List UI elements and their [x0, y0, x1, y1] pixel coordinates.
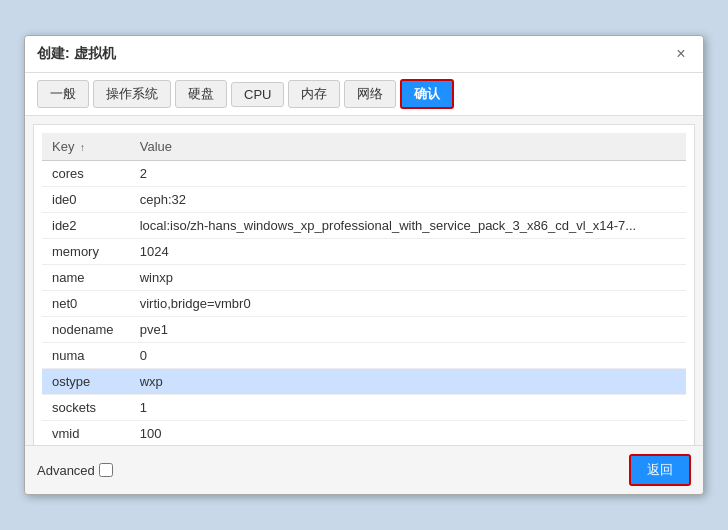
table-row[interactable]: vmid100 [42, 421, 686, 447]
table-row[interactable]: numa0 [42, 343, 686, 369]
table-row[interactable]: cores2 [42, 161, 686, 187]
key-cell: numa [42, 343, 130, 369]
key-cell: sockets [42, 395, 130, 421]
tab-confirm[interactable]: 确认 [400, 79, 454, 109]
table-row[interactable]: net0virtio,bridge=vmbr0 [42, 291, 686, 317]
tab-general[interactable]: 一般 [37, 80, 89, 108]
value-cell: winxp [130, 265, 686, 291]
table-header-row: Key ↑ Value [42, 133, 686, 161]
key-column-header: Key ↑ [42, 133, 130, 161]
dialog-title: 创建: 虚拟机 [37, 45, 116, 63]
value-cell: 1024 [130, 239, 686, 265]
key-cell: net0 [42, 291, 130, 317]
back-button[interactable]: 返回 [629, 454, 691, 486]
tabs-bar: 一般操作系统硬盘CPU内存网络确认 [25, 73, 703, 116]
close-button[interactable]: × [671, 44, 691, 64]
value-cell: 0 [130, 343, 686, 369]
table-row[interactable]: ide2local:iso/zh-hans_windows_xp_profess… [42, 213, 686, 239]
content-area: Key ↑ Value cores2ide0ceph:32ide2local:i… [33, 124, 695, 456]
tab-disk[interactable]: 硬盘 [175, 80, 227, 108]
table-row[interactable]: ostypewxp [42, 369, 686, 395]
key-cell: cores [42, 161, 130, 187]
value-cell: 100 [130, 421, 686, 447]
key-cell: nodename [42, 317, 130, 343]
value-cell: pve1 [130, 317, 686, 343]
key-cell: memory [42, 239, 130, 265]
value-cell: 2 [130, 161, 686, 187]
tab-network[interactable]: 网络 [344, 80, 396, 108]
tab-os[interactable]: 操作系统 [93, 80, 171, 108]
key-cell: ide0 [42, 187, 130, 213]
table-body: cores2ide0ceph:32ide2local:iso/zh-hans_w… [42, 161, 686, 447]
table-row[interactable]: sockets1 [42, 395, 686, 421]
value-cell: virtio,bridge=vmbr0 [130, 291, 686, 317]
advanced-checkbox[interactable] [99, 463, 113, 477]
value-cell: local:iso/zh-hans_windows_xp_professiona… [130, 213, 686, 239]
table-row[interactable]: nodenamepve1 [42, 317, 686, 343]
config-table: Key ↑ Value cores2ide0ceph:32ide2local:i… [42, 133, 686, 447]
value-cell: ceph:32 [130, 187, 686, 213]
tab-cpu[interactable]: CPU [231, 82, 284, 107]
key-cell: ostype [42, 369, 130, 395]
table-row[interactable]: ide0ceph:32 [42, 187, 686, 213]
key-cell: ide2 [42, 213, 130, 239]
value-cell: 1 [130, 395, 686, 421]
create-vm-dialog: 创建: 虚拟机 × 一般操作系统硬盘CPU内存网络确认 Key ↑ Value … [24, 35, 704, 495]
value-column-header: Value [130, 133, 686, 161]
advanced-label: Advanced [37, 463, 95, 478]
value-cell: wxp [130, 369, 686, 395]
table-row[interactable]: namewinxp [42, 265, 686, 291]
advanced-section: Advanced [37, 463, 113, 478]
key-cell: name [42, 265, 130, 291]
tab-memory[interactable]: 内存 [288, 80, 340, 108]
dialog-header: 创建: 虚拟机 × [25, 36, 703, 73]
table-row[interactable]: memory1024 [42, 239, 686, 265]
key-cell: vmid [42, 421, 130, 447]
dialog-footer: Advanced 返回 [25, 445, 703, 494]
